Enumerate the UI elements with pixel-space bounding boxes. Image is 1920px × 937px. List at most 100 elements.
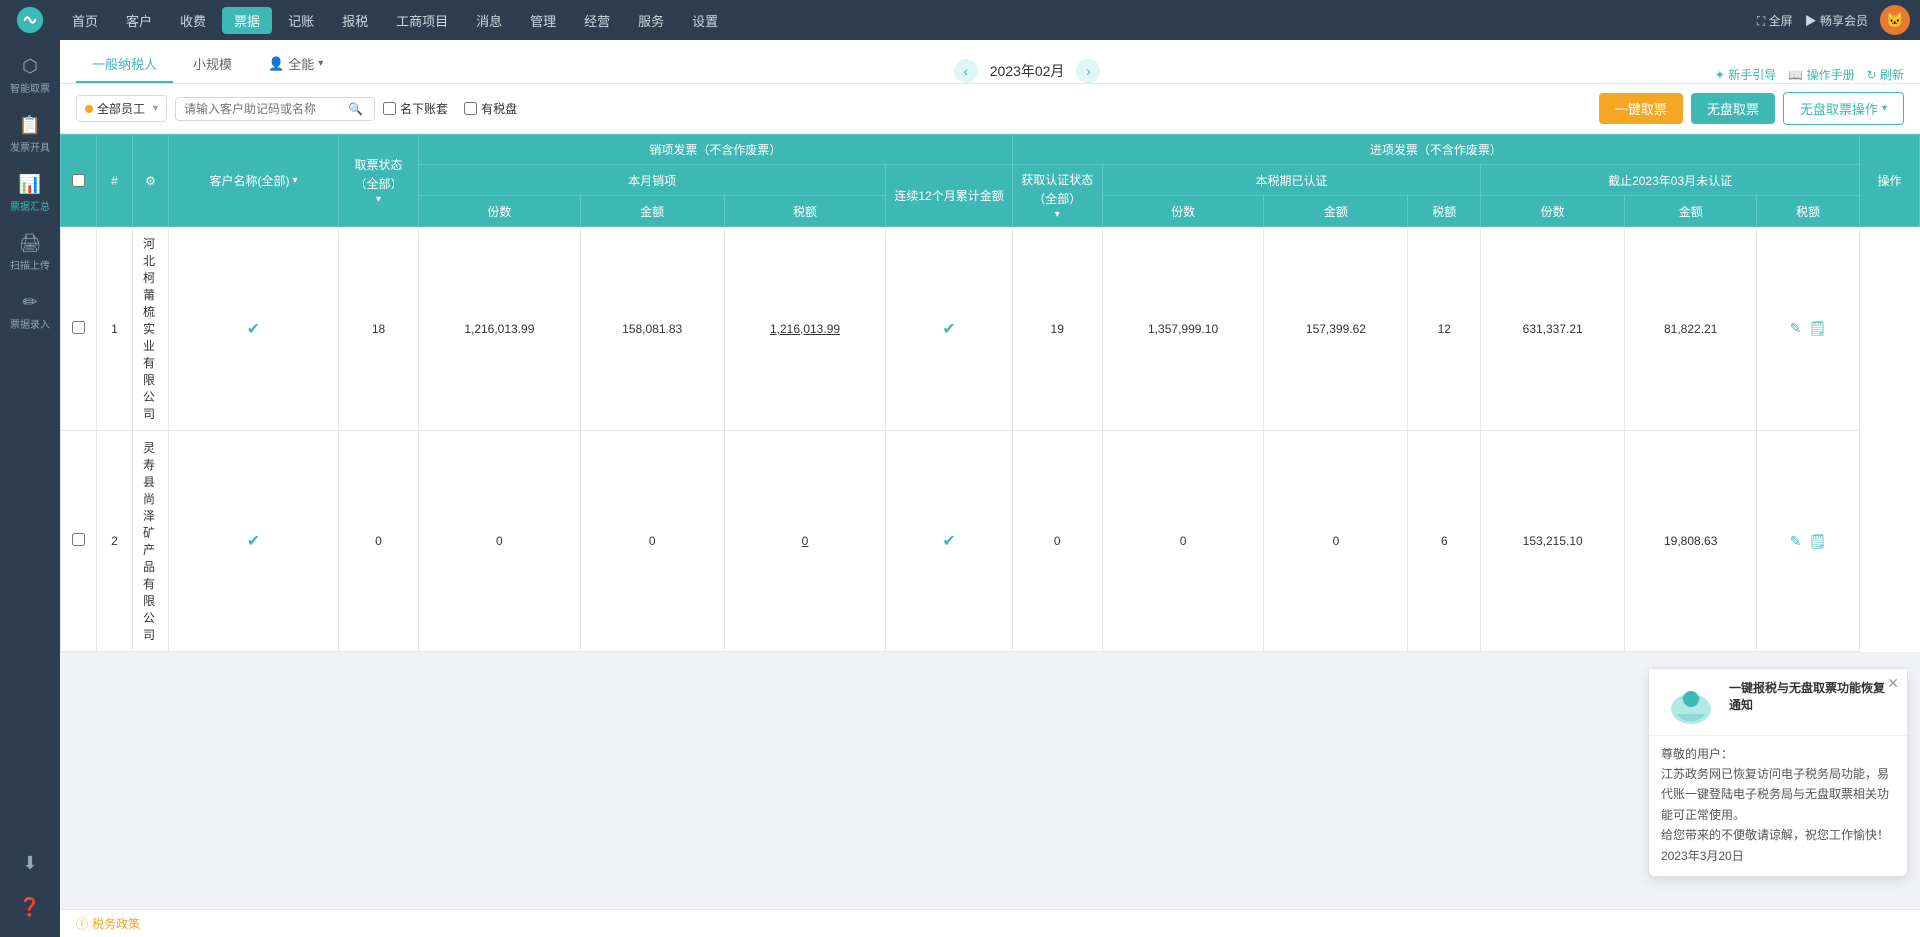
right-controls: ⛶ 全屏 ▶ 畅享会员 🐱: [1757, 5, 1910, 35]
th-pur-cur-amount: 金额: [1264, 196, 1408, 227]
nav-fee[interactable]: 收费: [168, 7, 218, 34]
invoice-open-icon: 📋: [19, 115, 41, 136]
prev-period-btn[interactable]: ‹: [954, 59, 978, 83]
tab-period-nav: ‹ 2023年02月 ›: [343, 59, 1711, 83]
th-pur-pend-tax: 税额: [1757, 196, 1860, 227]
logo[interactable]: [10, 0, 50, 40]
nav-business[interactable]: 工商项目: [384, 7, 460, 34]
row2-cert-status: ✔: [886, 431, 1012, 652]
vip-btn[interactable]: ▶ 畅享会员: [1805, 12, 1868, 29]
row2-fetch-check-icon: ✔: [247, 533, 260, 550]
ticket-entry-icon: ✏: [22, 292, 37, 313]
row2-fetch-status: ✔: [169, 431, 339, 652]
notification-text: 江苏政务网已恢复访问电子税务局功能，易代账一键登陆电子税务局与无盘取票相关功能可…: [1661, 764, 1895, 825]
employee-label: 全部员工: [97, 100, 145, 117]
new-guide-btn[interactable]: ✦ 新手引导: [1715, 66, 1776, 83]
ticket-summary-icon: 📊: [19, 174, 41, 195]
th-checkbox: [61, 135, 97, 227]
sidebar-item-ticket-entry[interactable]: ✏ 票据录入: [2, 284, 58, 339]
row2-cert-check-icon: ✔: [942, 533, 955, 550]
refresh-btn[interactable]: ↻ 刷新: [1867, 66, 1904, 83]
sidebar-item-ticket-summary-label: 票据汇总: [10, 198, 50, 213]
avatar[interactable]: 🐱: [1880, 5, 1910, 35]
sidebar-item-ticket-entry-label: 票据录入: [10, 316, 50, 331]
fetch-status-filter-icon[interactable]: ▾: [376, 194, 381, 205]
row1-fetch-status: ✔: [169, 227, 339, 431]
nav-accounting[interactable]: 记账: [276, 7, 326, 34]
no-disk-ops-btn[interactable]: 无盘取票操作 ▾: [1783, 92, 1904, 125]
row2-index: 2: [97, 431, 133, 652]
select-all-checkbox[interactable]: [72, 174, 85, 187]
nav-message[interactable]: 消息: [464, 7, 514, 34]
row2-edit-icon[interactable]: ✎: [1790, 533, 1802, 549]
sidebar-help-icon[interactable]: ❓: [12, 889, 48, 925]
sidebar-download-icon[interactable]: ⬇: [12, 845, 48, 881]
checkbox-tax-disk[interactable]: 有税盘: [464, 100, 517, 117]
th-sales-tax: 税额: [724, 196, 886, 227]
tab-all-chevron-icon: ▾: [318, 58, 323, 69]
th-purchase-pending: 截止2023年03月未认证: [1481, 165, 1860, 196]
settings-icon[interactable]: ⚙: [145, 174, 156, 188]
row1-detail-icon[interactable]: 🗒: [1809, 320, 1827, 336]
row2-detail-icon[interactable]: 🗒: [1809, 533, 1827, 549]
th-fetch-status: 取票状态 （全部） ▾: [339, 135, 419, 227]
customer-filter-icon[interactable]: ▾: [292, 175, 297, 186]
manual-btn[interactable]: 📖 操作手册: [1788, 66, 1854, 83]
row2-sales-amount: 0: [419, 431, 581, 652]
nav-customer[interactable]: 客户: [114, 7, 164, 34]
notification-header: 一键报税与无盘取票功能恢复通知: [1649, 669, 1907, 736]
row2-sales-cumulative[interactable]: 0: [724, 431, 886, 652]
row1-edit-icon[interactable]: ✎: [1790, 320, 1802, 336]
tax-policy-link[interactable]: 税务政策: [92, 915, 140, 932]
th-sales-month: 本月销项: [419, 165, 886, 196]
period-label: 2023年02月: [990, 61, 1065, 81]
search-input[interactable]: [184, 102, 344, 116]
nav-manage[interactable]: 管理: [518, 7, 568, 34]
nav-items: 首页 客户 收费 票据 记账 报税 工商项目 消息 管理 经营 服务 设置: [60, 7, 1757, 34]
checkbox-account-input[interactable]: [383, 102, 396, 115]
sidebar-item-ticket-summary[interactable]: 📊 票据汇总: [2, 166, 58, 221]
sidebar-item-scan-upload[interactable]: 🖨 扫描上传: [2, 225, 58, 280]
nav-home[interactable]: 首页: [60, 7, 110, 34]
next-period-btn[interactable]: ›: [1076, 59, 1100, 83]
one-click-fetch-btn[interactable]: 一键取票: [1599, 93, 1683, 124]
checkbox-group: 名下账套 有税盘: [383, 100, 517, 117]
nav-service[interactable]: 服务: [626, 7, 676, 34]
sidebar-bottom: ⬇ ❓: [12, 845, 48, 937]
fullscreen-btn[interactable]: ⛶ 全屏: [1757, 12, 1793, 29]
nav-operation[interactable]: 经营: [572, 7, 622, 34]
row1-pur-cur-tax: 157,399.62: [1264, 227, 1408, 431]
info-icon: ⓘ: [76, 915, 88, 932]
nav-settings[interactable]: 设置: [680, 7, 730, 34]
top-nav: 首页 客户 收费 票据 记账 报税 工商项目 消息 管理 经营 服务 设置 ⛶ …: [0, 0, 1920, 40]
no-disk-fetch-btn[interactable]: 无盘取票: [1691, 93, 1775, 124]
row1-fetch-check-icon: ✔: [247, 321, 260, 338]
nav-tax[interactable]: 报税: [330, 7, 380, 34]
sidebar-item-invoice-open[interactable]: 📋 发票开具: [2, 107, 58, 162]
tab-small-scale[interactable]: 小规模: [177, 46, 248, 83]
th-sales-group: 销项发票（不含作废票）: [419, 135, 1013, 165]
tab-all[interactable]: 👤 全能 ▾: [252, 46, 339, 83]
cert-filter-icon[interactable]: ▾: [1055, 209, 1060, 220]
content: 一般纳税人 小规模 👤 全能 ▾ ‹ 2023年02月 › ✦ 新手引导 📖 操…: [60, 40, 1920, 937]
employee-select[interactable]: 全部员工 ▾: [76, 95, 167, 122]
row2-sales-tax: 0: [580, 431, 724, 652]
checkbox-account[interactable]: 名下账套: [383, 100, 448, 117]
row2-checkbox[interactable]: [61, 431, 97, 652]
search-icon[interactable]: 🔍: [348, 102, 363, 116]
row1-checkbox[interactable]: [61, 227, 97, 431]
notif-image: [1661, 679, 1721, 729]
sidebar-item-smart-fetch-label: 智能取票: [10, 80, 50, 95]
th-customer-name: 客户名称(全部) ▾: [169, 135, 339, 227]
th-settings[interactable]: ⚙: [133, 135, 169, 227]
nav-ticket[interactable]: 票据: [222, 7, 272, 34]
sidebar-item-invoice-open-label: 发票开具: [10, 139, 50, 154]
checkbox-tax-disk-input[interactable]: [464, 102, 477, 115]
notification-popup: ✕ 一键报税与无盘取票功能恢复通知 尊敬的用户： 江苏政务网已恢复访问电子税务局…: [1648, 668, 1908, 877]
table-row: 1 河北柯莆梳实业有限公司 ✔ 18 1,216,013.99 158,081.…: [61, 227, 1920, 431]
notification-apology: 给您带来的不便敬请谅解，祝您工作愉快！: [1661, 825, 1895, 845]
row1-sales-cumulative[interactable]: 1,216,013.99: [724, 227, 886, 431]
notification-close-btn[interactable]: ✕: [1887, 675, 1899, 692]
tab-general-taxpayer[interactable]: 一般纳税人: [76, 46, 173, 83]
sidebar-item-smart-fetch[interactable]: ⬡ 智能取票: [2, 48, 58, 103]
